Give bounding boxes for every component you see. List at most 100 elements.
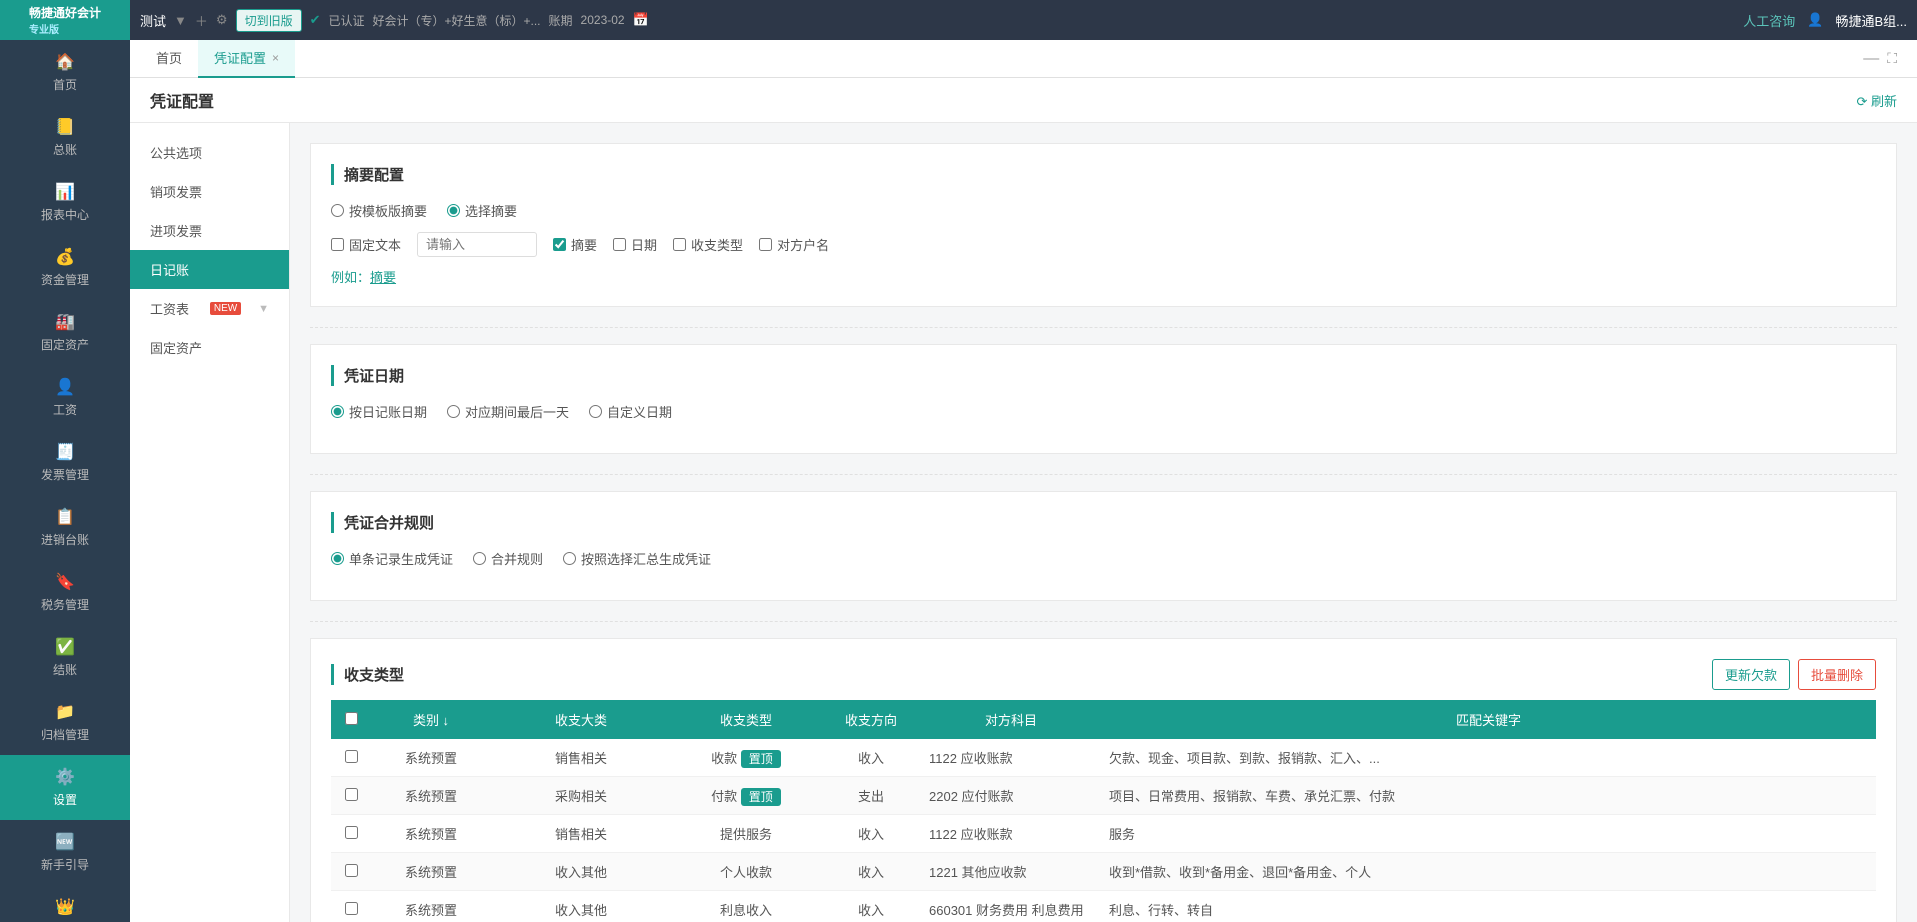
checkbox-fixed-text[interactable]: 固定文本 <box>331 235 401 254</box>
left-nav-item-sales-invoice[interactable]: 销项发票 <box>130 172 289 211</box>
radio-select-input[interactable] <box>447 204 460 217</box>
tags: 好会计（专）+好生意（标）+... <box>373 12 541 29</box>
left-nav-item-fixed-assets[interactable]: 固定资产 <box>130 328 289 367</box>
window-minimize-btn[interactable]: — <box>1863 50 1879 68</box>
radio-select[interactable]: 选择摘要 <box>447 201 517 220</box>
tab-voucher-config[interactable]: 凭证配置 × <box>198 40 295 78</box>
row-checkbox-1[interactable] <box>345 788 358 801</box>
row-checkbox-2[interactable] <box>345 826 358 839</box>
reports-icon: 📊 <box>55 182 75 202</box>
date-checkbox[interactable] <box>613 238 626 251</box>
date-label: 日期 <box>631 235 657 254</box>
row-type-3: 个人收款 <box>671 853 821 891</box>
row-keywords-2: 服务 <box>1101 815 1876 853</box>
row-major-4: 收入其他 <box>491 891 671 922</box>
checkbox-date[interactable]: 日期 <box>613 235 657 254</box>
row-check-1[interactable] <box>331 777 371 815</box>
row-check-4[interactable] <box>331 891 371 922</box>
radio-summary[interactable]: 按照选择汇总生成凭证 <box>563 549 711 568</box>
checkbox-counterpart[interactable]: 对方户名 <box>759 235 829 254</box>
sidebar-item-invoice[interactable]: 🧾 发票管理 <box>0 430 130 495</box>
radio-period-last[interactable]: 对应期间最后一天 <box>447 402 569 421</box>
left-nav-item-salary-table[interactable]: 工资表 NEW ▼ <box>130 289 289 328</box>
th-category[interactable]: 类别 ↓ <box>371 700 491 739</box>
left-nav-item-public[interactable]: 公共选项 <box>130 133 289 172</box>
update-btn[interactable]: 更新欠款 <box>1712 659 1790 690</box>
left-nav-item-journal[interactable]: 日记账 <box>130 250 289 289</box>
left-nav-label-salary-table: 工资表 <box>150 299 189 318</box>
radio-summary-input[interactable] <box>563 552 576 565</box>
abstract-checkbox[interactable] <box>553 238 566 251</box>
batch-delete-btn[interactable]: 批量删除 <box>1798 659 1876 690</box>
row-keywords-0: 欠款、现金、项目款、到款、报销款、汇入、... <box>1101 739 1876 777</box>
income-title: 收支类型 <box>331 664 404 685</box>
sidebar-label-archive: 归档管理 <box>41 726 89 743</box>
income-type-checkbox[interactable] <box>673 238 686 251</box>
refresh-button[interactable]: ⟳ 刷新 <box>1856 91 1897 110</box>
radio-merge-input[interactable] <box>473 552 486 565</box>
sidebar-item-settings[interactable]: ⚙️ 设置 <box>0 755 130 820</box>
tab-home[interactable]: 首页 <box>140 40 198 78</box>
row-account-0: 1122 应收账款 <box>921 739 1101 777</box>
radio-journal-date-input[interactable] <box>331 405 344 418</box>
sidebar-label-settlement: 结账 <box>53 661 77 678</box>
sidebar-item-archive[interactable]: 📁 归档管理 <box>0 690 130 755</box>
radio-single-input[interactable] <box>331 552 344 565</box>
row-major-0: 销售相关 <box>491 739 671 777</box>
sidebar-item-finance[interactable]: 💰 资金管理 <box>0 235 130 300</box>
sidebar-item-member[interactable]: 👑 畅会员 <box>0 885 130 922</box>
checkbox-income-type[interactable]: 收支类型 <box>673 235 743 254</box>
radio-template[interactable]: 按模板版摘要 <box>331 201 427 220</box>
counterpart-checkbox[interactable] <box>759 238 772 251</box>
sidebar-item-assets[interactable]: 🏭 固定资产 <box>0 300 130 365</box>
th-keyword: 匹配关键字 <box>1101 700 1876 739</box>
radio-single[interactable]: 单条记录生成凭证 <box>331 549 453 568</box>
checkbox-abstract[interactable]: 摘要 <box>553 235 597 254</box>
row-direction-3: 收入 <box>821 853 921 891</box>
sidebar-item-purchase[interactable]: 📋 进销台账 <box>0 495 130 560</box>
radio-template-input[interactable] <box>331 204 344 217</box>
sidebar-item-home[interactable]: 🏠 首页 <box>0 40 130 105</box>
radio-period-last-input[interactable] <box>447 405 460 418</box>
radio-journal-date[interactable]: 按日记账日期 <box>331 402 427 421</box>
th-check[interactable] <box>331 700 371 739</box>
radio-custom-date-input[interactable] <box>589 405 602 418</box>
sidebar-item-guide[interactable]: 🆕 新手引导 <box>0 820 130 885</box>
inner-layout: 公共选项 销项发票 进项发票 日记账 工资表 NEW ▼ 固定资产 <box>130 123 1917 922</box>
radio-single-label: 单条记录生成凭证 <box>349 549 453 568</box>
radio-custom-date[interactable]: 自定义日期 <box>589 402 672 421</box>
select-all-checkbox[interactable] <box>345 712 358 725</box>
row-checkbox-3[interactable] <box>345 864 358 877</box>
radio-template-label: 按模板版摘要 <box>349 201 427 220</box>
settlement-icon: ✅ <box>55 637 75 657</box>
row-check-3[interactable] <box>331 853 371 891</box>
guide-icon: 🆕 <box>55 832 75 852</box>
sidebar-item-tax[interactable]: 🔖 税务管理 <box>0 560 130 625</box>
row-account-2: 1122 应收账款 <box>921 815 1101 853</box>
row-checkbox-0[interactable] <box>345 750 358 763</box>
row-check-0[interactable] <box>331 739 371 777</box>
row-checkbox-4[interactable] <box>345 902 358 915</box>
row-category-2: 系统预置 <box>371 815 491 853</box>
window-maximize-btn[interactable]: ⛶ <box>1887 50 1897 67</box>
left-nav-item-purchase-invoice[interactable]: 进项发票 <box>130 211 289 250</box>
sidebar-item-ledger[interactable]: 📒 总账 <box>0 105 130 170</box>
abstract-label: 摘要 <box>571 235 597 254</box>
summary-section: 摘要配置 按模板版摘要 选择摘要 <box>310 143 1897 307</box>
sidebar-item-salary[interactable]: 👤 工资 <box>0 365 130 430</box>
fixed-text-checkbox[interactable] <box>331 238 344 251</box>
badge-top-1: 置顶 <box>741 788 781 806</box>
row-account-4: 660301 财务费用 利息费用 <box>921 891 1101 922</box>
sidebar-item-settlement[interactable]: ✅ 结账 <box>0 625 130 690</box>
switch-button[interactable]: 切到旧版 <box>236 9 302 32</box>
radio-merge[interactable]: 合并规则 <box>473 549 543 568</box>
assets-icon: 🏭 <box>55 312 75 332</box>
row-check-2[interactable] <box>331 815 371 853</box>
finance-icon: 💰 <box>55 247 75 267</box>
table-row: 系统预置 采购相关 付款 置顶 支出 2202 应付账款 项目、日常费用、报销款… <box>331 777 1876 815</box>
sidebar-item-reports[interactable]: 📊 报表中心 <box>0 170 130 235</box>
tab-close-btn[interactable]: × <box>272 51 279 65</box>
logo-sub: 专业版 <box>29 21 101 36</box>
user-service-btn[interactable]: 人工咨询 <box>1743 11 1795 30</box>
fixed-text-input[interactable] <box>417 232 537 257</box>
